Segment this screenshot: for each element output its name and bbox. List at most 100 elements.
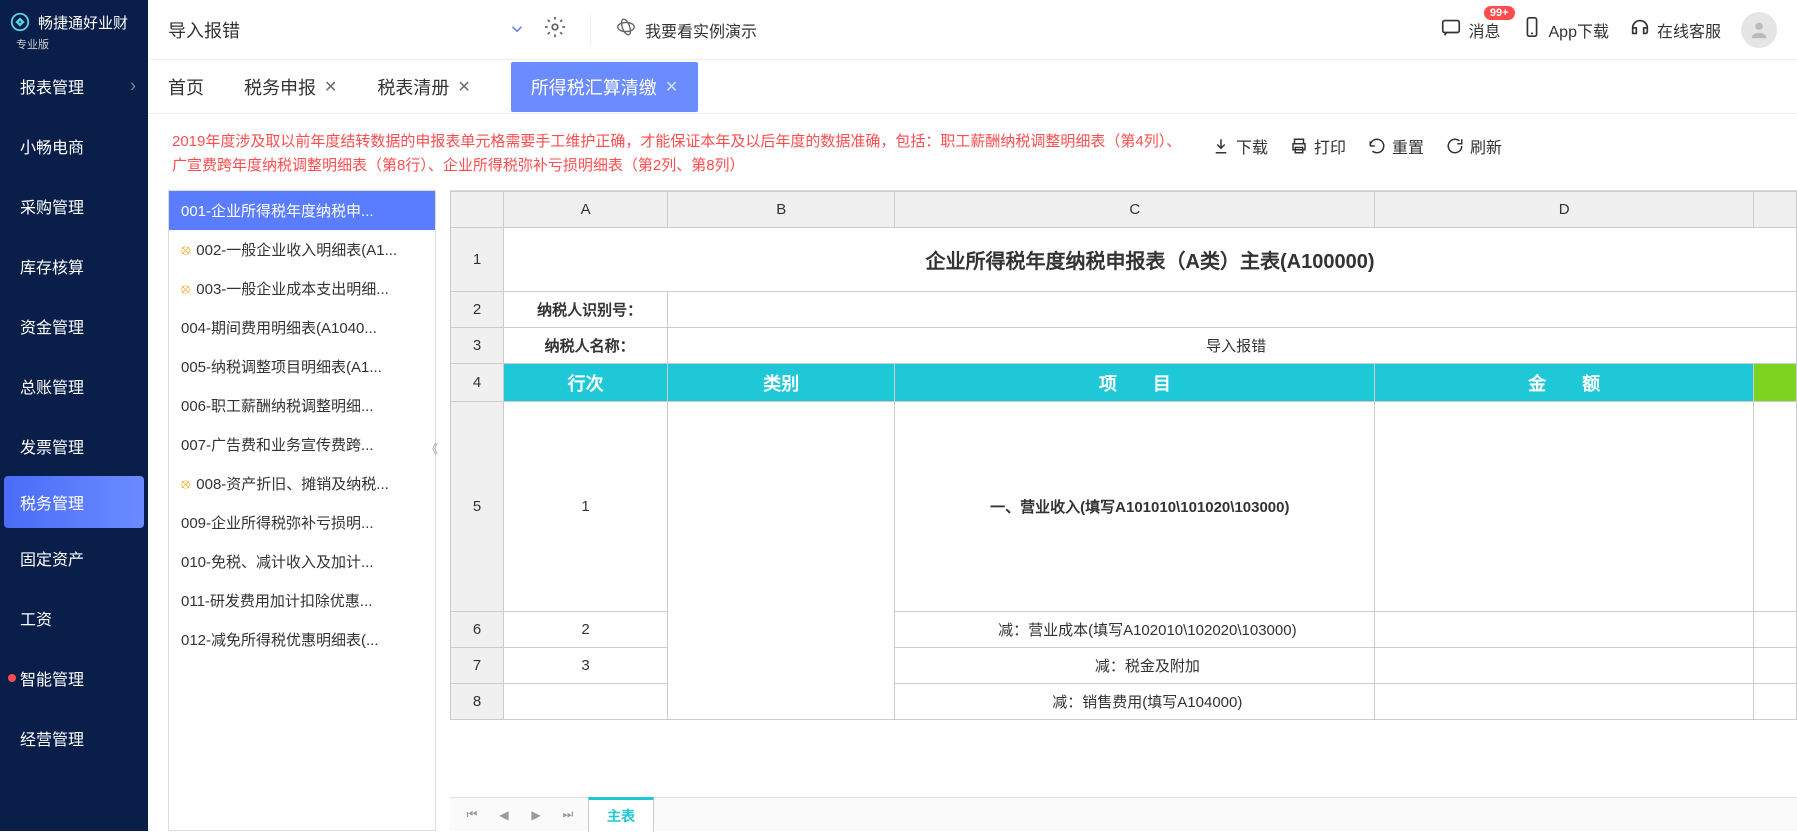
refresh-button[interactable]: 刷新	[1446, 134, 1502, 158]
taxpayer-name-label[interactable]: 纳税人名称：	[504, 328, 668, 364]
cell-item[interactable]: 一、营业收入(填写A101010\101020\103000)	[895, 402, 1375, 612]
row-header[interactable]: 1	[451, 228, 504, 292]
sheet-title[interactable]: 企业所得税年度纳税申报表（A类）主表(A100000)	[504, 228, 1797, 292]
page-tab[interactable]: 所得税汇算清缴✕	[511, 62, 698, 112]
row-header[interactable]: 8	[451, 684, 504, 720]
close-icon[interactable]: ✕	[665, 77, 678, 97]
form-list-item[interactable]: 001-企业所得税年度纳税申...	[169, 191, 435, 230]
row-header[interactable]: 7	[451, 648, 504, 684]
row-header[interactable]: 4	[451, 364, 504, 402]
col-header-extra[interactable]	[1754, 192, 1797, 228]
sidebar-item[interactable]: 资金管理	[0, 296, 148, 356]
close-icon[interactable]: ✕	[324, 77, 337, 97]
form-list-item[interactable]: 009-企业所得税弥补亏损明...	[169, 503, 435, 542]
close-icon[interactable]: ✕	[457, 77, 470, 97]
sidebar-item[interactable]: 税务管理	[4, 476, 144, 528]
cell-line[interactable]: 3	[504, 648, 668, 684]
row-header[interactable]: 6	[451, 612, 504, 648]
form-list-item[interactable]: 006-职工薪酬纳税调整明细...	[169, 386, 435, 425]
form-list-item[interactable]: ⦻003-一般企业成本支出明细...	[169, 269, 435, 308]
header-category[interactable]: 类别	[668, 364, 895, 402]
org-dropdown[interactable]: 导入报错	[168, 16, 566, 44]
row-header[interactable]: 3	[451, 328, 504, 364]
customer-service-button[interactable]: 在线客服	[1629, 16, 1721, 43]
cell-extra[interactable]	[1754, 612, 1797, 648]
tab-label: 税务申报	[244, 74, 316, 100]
reset-button[interactable]: 重置	[1368, 134, 1424, 158]
header-extra[interactable]	[1754, 364, 1797, 402]
sidebar-item[interactable]: 工资	[0, 588, 148, 648]
col-header-d[interactable]: D	[1375, 192, 1754, 228]
sheet-nav-next-icon[interactable]: ▶	[524, 808, 548, 822]
taxpayer-name-value[interactable]: 导入报错	[668, 328, 1797, 364]
app-download-button[interactable]: App下载	[1521, 16, 1609, 43]
avatar[interactable]	[1741, 12, 1777, 48]
page-tab[interactable]: 税表清册✕	[377, 62, 470, 112]
cell-item[interactable]: 减：税金及附加	[895, 648, 1375, 684]
cell-line[interactable]: 1	[504, 402, 668, 612]
form-list-item[interactable]: 011-研发费用加计扣除优惠...	[169, 581, 435, 620]
sidebar-item[interactable]: 采购管理	[0, 176, 148, 236]
form-list-item[interactable]: 010-免税、减计收入及加计...	[169, 542, 435, 581]
header-line[interactable]: 行次	[504, 364, 668, 402]
form-list-item[interactable]: 004-期间费用明细表(A1040...	[169, 308, 435, 347]
col-header-c[interactable]: C	[895, 192, 1375, 228]
cell-amount[interactable]	[1375, 612, 1754, 648]
sheet-tabs: ⏮ ◀ ▶ ⏭ 主表	[450, 797, 1797, 831]
content-area: 001-企业所得税年度纳税申...⦻002-一般企业收入明细表(A1...⦻00…	[148, 190, 1797, 831]
sidebar-item[interactable]: 智能管理	[0, 648, 148, 708]
sheet-grid[interactable]: A B C D 1 企业所得税年度纳税申报表（A类）主表(A100000) 2	[450, 191, 1797, 797]
cell-amount[interactable]	[1375, 684, 1754, 720]
collapse-handle-icon[interactable]: 《	[426, 440, 438, 457]
sheet-corner[interactable]	[451, 192, 504, 228]
sidebar-item[interactable]: 库存核算	[0, 236, 148, 296]
warning-icon: ⦻	[181, 241, 190, 258]
sidebar-item[interactable]: 发票管理	[0, 416, 148, 476]
col-header-a[interactable]: A	[504, 192, 668, 228]
sidebar-item[interactable]: 总账管理	[0, 356, 148, 416]
message-button[interactable]: 消息 99+	[1440, 16, 1500, 43]
form-list-item[interactable]: ⦻008-资产折旧、摊销及纳税...	[169, 464, 435, 503]
planet-icon	[615, 16, 637, 43]
cell-extra[interactable]	[1754, 684, 1797, 720]
cell-extra[interactable]	[1754, 648, 1797, 684]
form-list-item[interactable]: 005-纳税调整项目明细表(A1...	[169, 347, 435, 386]
cell-line[interactable]	[504, 684, 668, 720]
form-item-label: 008-资产折旧、摊销及纳税...	[196, 473, 389, 494]
page-tab[interactable]: 首页	[168, 62, 204, 112]
cell-extra[interactable]	[1754, 402, 1797, 612]
cell-category[interactable]	[668, 402, 895, 720]
sheet-nav-first-icon[interactable]: ⏮	[460, 807, 484, 822]
cell-line[interactable]: 2	[504, 612, 668, 648]
page-tab[interactable]: 税务申报 ✕	[244, 62, 337, 112]
reset-icon	[1368, 137, 1386, 155]
form-list-item[interactable]: ⦻002-一般企业收入明细表(A1...	[169, 230, 435, 269]
download-button[interactable]: 下载	[1212, 134, 1268, 158]
sidebar-item[interactable]: 固定资产	[0, 528, 148, 588]
form-item-label: 005-纳税调整项目明细表(A1...	[181, 356, 382, 377]
row-header[interactable]: 5	[451, 402, 504, 612]
sheet-tab[interactable]: 主表	[588, 797, 654, 832]
col-header-b[interactable]: B	[668, 192, 895, 228]
sidebar-item[interactable]: 报表管理	[0, 56, 148, 116]
form-list-item[interactable]: 012-减免所得税优惠明细表(...	[169, 620, 435, 659]
row-header[interactable]: 2	[451, 292, 504, 328]
taxpayer-id-value[interactable]	[668, 292, 1797, 328]
form-list-item[interactable]: 007-广告费和业务宣传费跨...	[169, 425, 435, 464]
form-list: 001-企业所得税年度纳税申...⦻002-一般企业收入明细表(A1...⦻00…	[168, 190, 436, 831]
print-button[interactable]: 打印	[1290, 134, 1346, 158]
demo-link[interactable]: 我要看实例演示	[615, 16, 757, 43]
taxpayer-id-label[interactable]: 纳税人识别号：	[504, 292, 668, 328]
cell-amount[interactable]	[1375, 648, 1754, 684]
sidebar-item[interactable]: 小畅电商	[0, 116, 148, 176]
cell-item[interactable]: 减：营业成本(填写A102010\102020\103000)	[895, 612, 1375, 648]
cell-item[interactable]: 减：销售费用(填写A104000)	[895, 684, 1375, 720]
cell-amount[interactable]	[1375, 402, 1754, 612]
sidebar-item[interactable]: 经营管理	[0, 708, 148, 768]
print-icon	[1290, 137, 1308, 155]
sheet-nav-last-icon[interactable]: ⏭	[556, 807, 580, 822]
gear-icon[interactable]	[544, 16, 566, 44]
header-item[interactable]: 项 目	[895, 364, 1375, 402]
sheet-nav-prev-icon[interactable]: ◀	[492, 808, 516, 822]
header-amount[interactable]: 金 额	[1375, 364, 1754, 402]
